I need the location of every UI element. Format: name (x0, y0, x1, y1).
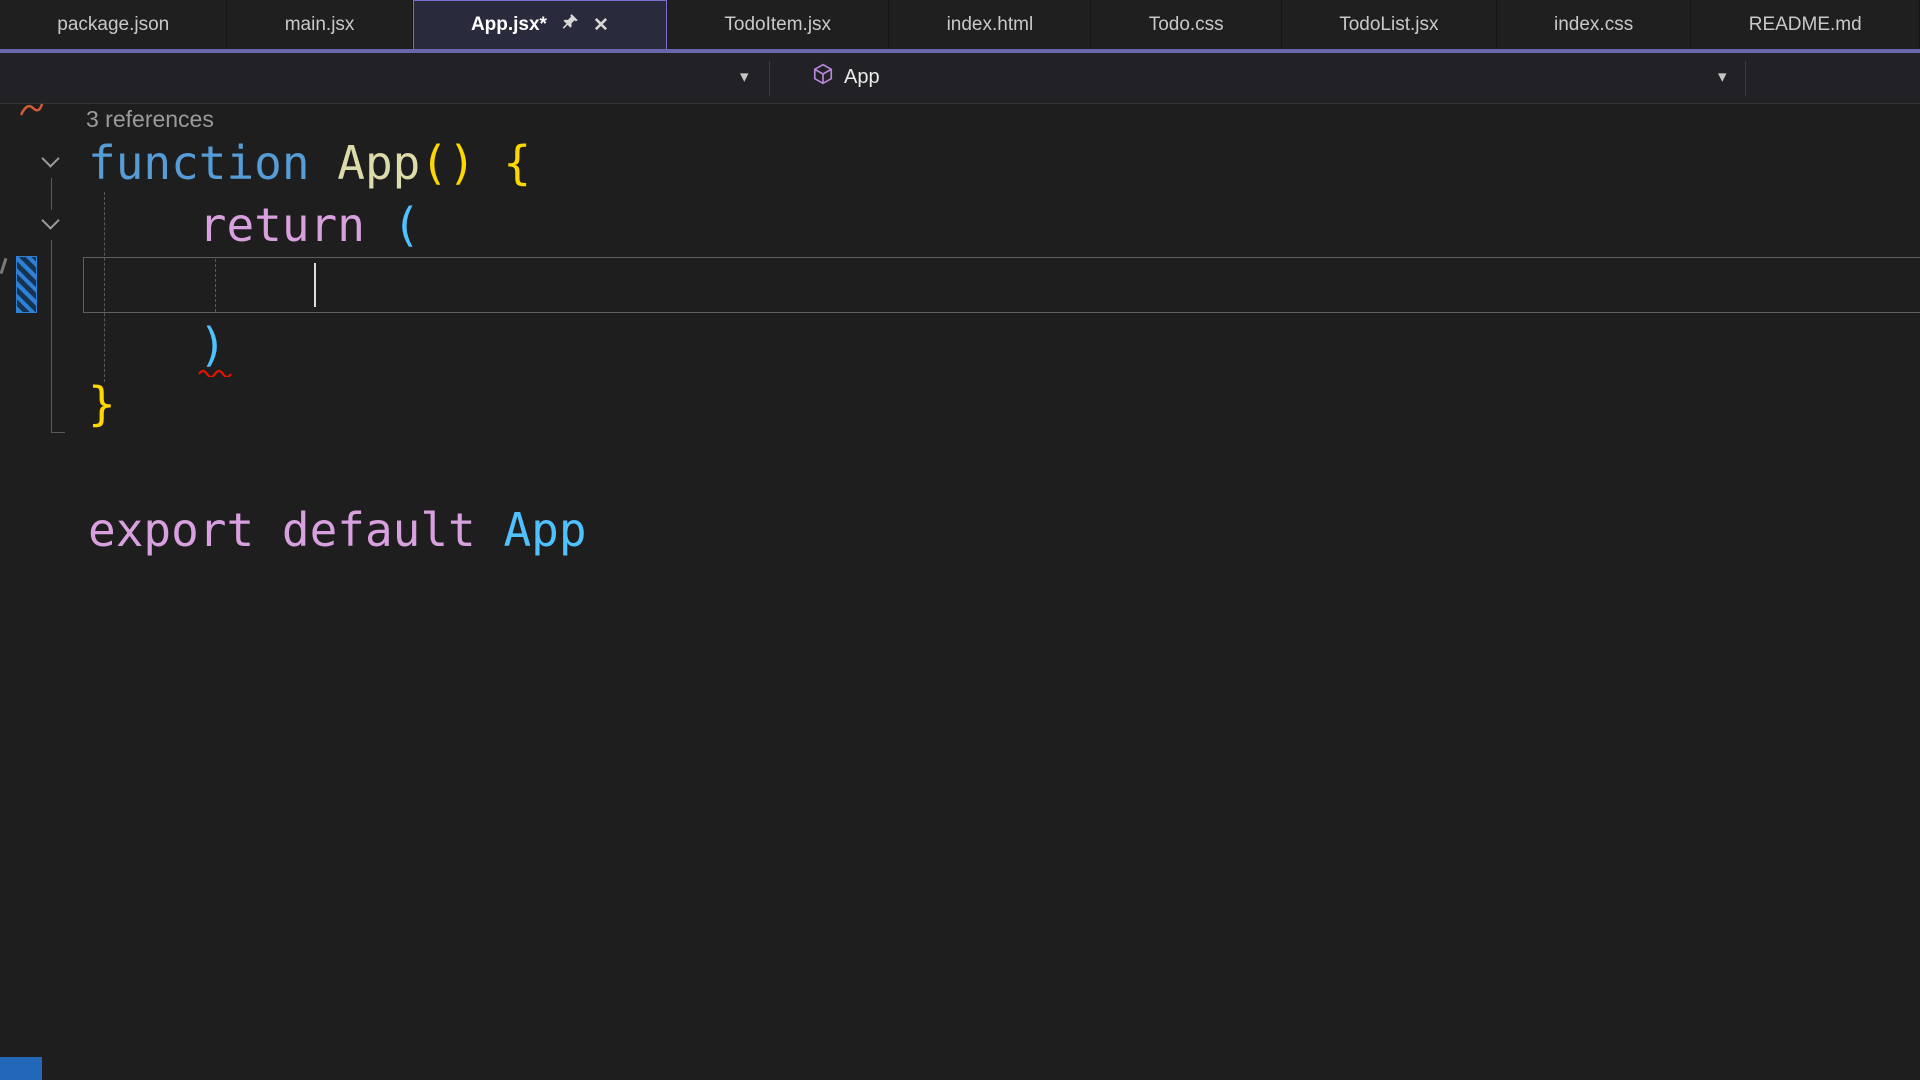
member-dropdown-arrow[interactable]: ▾ (1718, 67, 1727, 87)
tab-todolist-jsx[interactable]: TodoList.jsx (1282, 0, 1497, 49)
status-bar-corner (0, 1057, 42, 1080)
pin-icon[interactable] (561, 13, 579, 37)
navbar-separator (769, 61, 770, 96)
module-cube-icon (812, 63, 834, 91)
close-icon[interactable]: ✕ (593, 16, 609, 35)
error-squiggle-icon (198, 364, 234, 382)
fold-chevron-icon[interactable] (41, 149, 60, 168)
code-token: } (88, 377, 116, 431)
tab-label: index.css (1554, 13, 1634, 35)
margin-warning-mark (18, 98, 44, 125)
tab-label: TodoList.jsx (1339, 13, 1439, 35)
code-line: export default App (88, 500, 587, 561)
project-dropdown[interactable]: ▾ (740, 67, 749, 87)
tab-label: package.json (57, 13, 170, 35)
code-token: export (88, 503, 282, 557)
tab-label: App.jsx* (470, 14, 547, 35)
outline-guide (51, 240, 52, 432)
navbar-separator (1745, 61, 1746, 96)
indent-guide (215, 259, 216, 312)
tab-main-jsx[interactable]: main.jsx (227, 0, 413, 49)
tab-package-json[interactable]: package.json (0, 0, 228, 49)
chevron-down-icon: ▾ (1718, 67, 1727, 86)
code-line: function App() { (88, 133, 531, 194)
text-cursor (314, 263, 316, 307)
margin-change-marker (16, 256, 37, 313)
code-token: () (420, 136, 476, 190)
tab-label: README.md (1748, 13, 1862, 35)
code-token: App (337, 136, 421, 190)
current-line-highlight (83, 257, 1920, 313)
code-token: ( (392, 198, 421, 252)
tab-todo-css[interactable]: Todo.css (1091, 0, 1282, 49)
code-token: return (198, 198, 393, 252)
tab-app-jsx[interactable]: App.jsx* ✕ (412, 0, 668, 49)
tab-label: index.html (946, 13, 1034, 35)
outline-guide-end (51, 432, 65, 433)
tab-readme-md[interactable]: README.md (1691, 0, 1920, 49)
code-token: function (88, 136, 338, 190)
tab-label: main.jsx (284, 13, 355, 35)
chevron-down-icon: ▾ (740, 67, 749, 86)
member-label: App (844, 65, 880, 88)
code-token: { (475, 136, 532, 190)
tab-todoitem-jsx[interactable]: TodoItem.jsx (667, 0, 890, 49)
fold-chevron-icon[interactable] (41, 211, 60, 230)
code-token: App (503, 503, 587, 557)
code-line: } (88, 374, 116, 435)
outline-guide (51, 178, 52, 210)
tab-label: TodoItem.jsx (724, 13, 832, 35)
member-dropdown[interactable]: App (812, 63, 880, 91)
tab-label: Todo.css (1148, 13, 1224, 35)
tab-index-css[interactable]: index.css (1497, 0, 1692, 49)
navigation-bar: ▾ App ▾ (0, 53, 1920, 104)
tab-index-html[interactable]: index.html (889, 0, 1092, 49)
tab-bar: package.json main.jsx App.jsx* ✕ TodoIte… (0, 0, 1920, 49)
code-line: return ( (88, 195, 421, 256)
codelens-references[interactable]: 3 references (86, 106, 214, 133)
code-token: default (281, 503, 504, 557)
margin-glyph (0, 257, 8, 275)
